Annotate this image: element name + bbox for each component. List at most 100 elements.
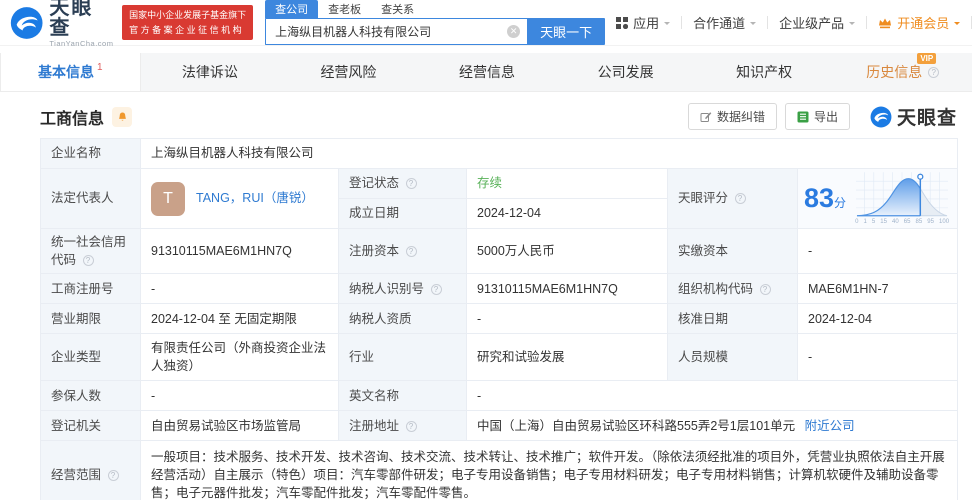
search-tab-boss[interactable]: 查老板	[318, 0, 371, 18]
help-icon[interactable]	[760, 284, 771, 295]
bell-curve-chart	[855, 172, 949, 218]
company-section-tabs: 基本信息 1 法律诉讼 经营风险 经营信息 公司发展 知识产权 历史信息 VIP	[0, 53, 972, 92]
field-label: 统一社会信用代码	[41, 229, 141, 274]
table-row: 参保人数 - 英文名称 -	[41, 381, 958, 411]
cert-line1: 国家中小企业发展子基金旗下	[129, 8, 246, 22]
tab-basic-info[interactable]: 基本信息 1	[0, 53, 141, 91]
crown-icon	[878, 17, 892, 29]
field-label: 注册地址	[339, 411, 467, 441]
company-type-value: 有限责任公司（外商投资企业法人独资）	[141, 334, 339, 381]
data-correction-label: 数据纠错	[717, 108, 765, 125]
data-correction-button[interactable]: 数据纠错	[688, 103, 777, 130]
tianyancha-logo-icon	[10, 6, 43, 40]
search-input[interactable]	[265, 18, 527, 45]
tab-operation-risk-label: 经营风险	[320, 62, 376, 82]
clear-search-icon[interactable]	[507, 25, 520, 38]
field-label: 人员规模	[668, 334, 798, 381]
biz-scope-label: 经营范围	[51, 468, 101, 482]
legal-rep-cell: T TANG，RUI（唐锐）	[141, 169, 339, 229]
field-label: 纳税人资质	[339, 304, 467, 334]
tab-intellectual-property-label: 知识产权	[736, 62, 792, 82]
help-icon[interactable]	[406, 246, 417, 257]
legal-rep-link[interactable]: TANG，RUI（唐锐）	[196, 189, 314, 207]
reg-address-value: 中国（上海）自由贸易试验区环科路555弄2号1层101单元	[477, 419, 795, 433]
staff-size-value: -	[798, 334, 958, 381]
reg-status-value: 存续	[467, 169, 668, 199]
monitor-bell-button[interactable]	[112, 107, 132, 127]
field-label: 成立日期	[339, 199, 467, 229]
insured-count-value: -	[141, 381, 339, 411]
org-code-label: 组织机构代码	[678, 282, 753, 296]
search-tab-company[interactable]: 查公司	[265, 0, 318, 18]
reg-authority-value: 自由贸易试验区市场监管局	[141, 411, 339, 441]
menu-apps[interactable]: 应用	[605, 13, 681, 32]
search-button[interactable]: 天眼一下	[527, 18, 605, 45]
paid-capital-value: -	[798, 229, 958, 274]
business-info-table: 企业名称 上海纵目机器人科技有限公司 法定代表人 T TANG，RUI（唐锐） …	[40, 138, 958, 500]
menu-apps-label: 应用	[633, 13, 659, 32]
watermark-logo: 天眼查	[870, 103, 957, 130]
score-value[interactable]: 83分	[804, 185, 846, 212]
table-row: 统一社会信用代码 91310115MAE6M1HN7Q 注册资本 5000万人民…	[41, 229, 958, 274]
chevron-down-icon	[750, 22, 756, 28]
table-row: 工商注册号 - 纳税人识别号 91310115MAE6M1HN7Q 组织机构代码…	[41, 274, 958, 304]
field-label: 参保人数	[41, 381, 141, 411]
field-label: 行业	[339, 334, 467, 381]
legal-rep-avatar[interactable]: T	[151, 182, 185, 216]
help-icon[interactable]	[108, 470, 119, 481]
tianyancha-logo-icon	[870, 106, 892, 128]
chart-x-axis-ticks: 0151540658595100	[855, 219, 949, 225]
export-label: 导出	[814, 108, 838, 125]
help-icon[interactable]	[83, 255, 94, 266]
nearby-companies-link[interactable]: 附近公司	[805, 419, 855, 433]
tianyan-score-cell: 83分	[798, 169, 958, 229]
table-row: 法定代表人 T TANG，RUI（唐锐） 登记状态 存续 天眼评分 83分	[41, 169, 958, 199]
help-icon[interactable]	[406, 421, 417, 432]
chevron-down-icon	[849, 22, 855, 28]
help-icon[interactable]	[735, 193, 746, 204]
biz-term-value: 2024-12-04 至 无固定期限	[141, 304, 339, 334]
menu-open-vip[interactable]: 开通会员	[867, 13, 971, 32]
industry-value: 研究和试验发展	[467, 334, 668, 381]
field-label: 组织机构代码	[668, 274, 798, 304]
tab-legal-litigation[interactable]: 法律诉讼	[141, 53, 280, 91]
table-row: 登记机关 自由贸易试验区市场监管局 注册地址 中国（上海）自由贸易试验区环科路5…	[41, 411, 958, 441]
watermark-logo-text: 天眼查	[897, 103, 957, 130]
logo-title: 天眼查	[49, 0, 114, 38]
taxpayer-quality-value: -	[467, 304, 668, 334]
company-name-value: 上海纵目机器人科技有限公司	[141, 139, 958, 169]
help-icon[interactable]	[406, 178, 417, 189]
certification-badge: 国家中小企业发展子基金旗下 官方备案企业征信机构	[122, 5, 253, 40]
tab-operation-info[interactable]: 经营信息	[418, 53, 557, 91]
menu-enterprise-products[interactable]: 企业级产品	[768, 13, 866, 32]
export-button[interactable]: 导出	[785, 103, 850, 130]
tab-operation-risk[interactable]: 经营风险	[279, 53, 418, 91]
table-row: 企业名称 上海纵目机器人科技有限公司	[41, 139, 958, 169]
field-label: 营业期限	[41, 304, 141, 334]
chevron-down-icon	[664, 22, 670, 28]
field-label: 法定代表人	[41, 169, 141, 229]
field-label: 天眼评分	[668, 169, 798, 229]
field-label: 工商注册号	[41, 274, 141, 304]
field-label: 注册资本	[339, 229, 467, 274]
field-label: 纳税人识别号	[339, 274, 467, 304]
bell-icon	[117, 111, 128, 123]
export-excel-icon	[797, 111, 809, 123]
tab-intellectual-property[interactable]: 知识产权	[695, 53, 834, 91]
approval-date-value: 2024-12-04	[798, 304, 958, 334]
search-tab-relation[interactable]: 查关系	[371, 0, 424, 18]
help-icon[interactable]	[928, 67, 939, 78]
menu-vip-label: 开通会员	[897, 13, 949, 32]
menu-partner-channel[interactable]: 合作通道	[682, 13, 767, 32]
header-menu: 应用 合作通道 企业级产品 开通会员	[605, 13, 972, 32]
tab-company-development[interactable]: 公司发展	[556, 53, 695, 91]
menu-enterprise-label: 企业级产品	[779, 13, 844, 32]
tab-history-info[interactable]: 历史信息 VIP	[833, 53, 972, 91]
table-row: 营业期限 2024-12-04 至 无固定期限 纳税人资质 - 核准日期 202…	[41, 304, 958, 334]
help-icon[interactable]	[431, 284, 442, 295]
field-label: 实缴资本	[668, 229, 798, 274]
tianyancha-logo[interactable]: 天眼查 TianYanCha.com	[10, 0, 114, 47]
tab-legal-litigation-label: 法律诉讼	[182, 62, 238, 82]
tab-history-info-label: 历史信息	[866, 64, 922, 80]
menu-partner-label: 合作通道	[693, 13, 745, 32]
